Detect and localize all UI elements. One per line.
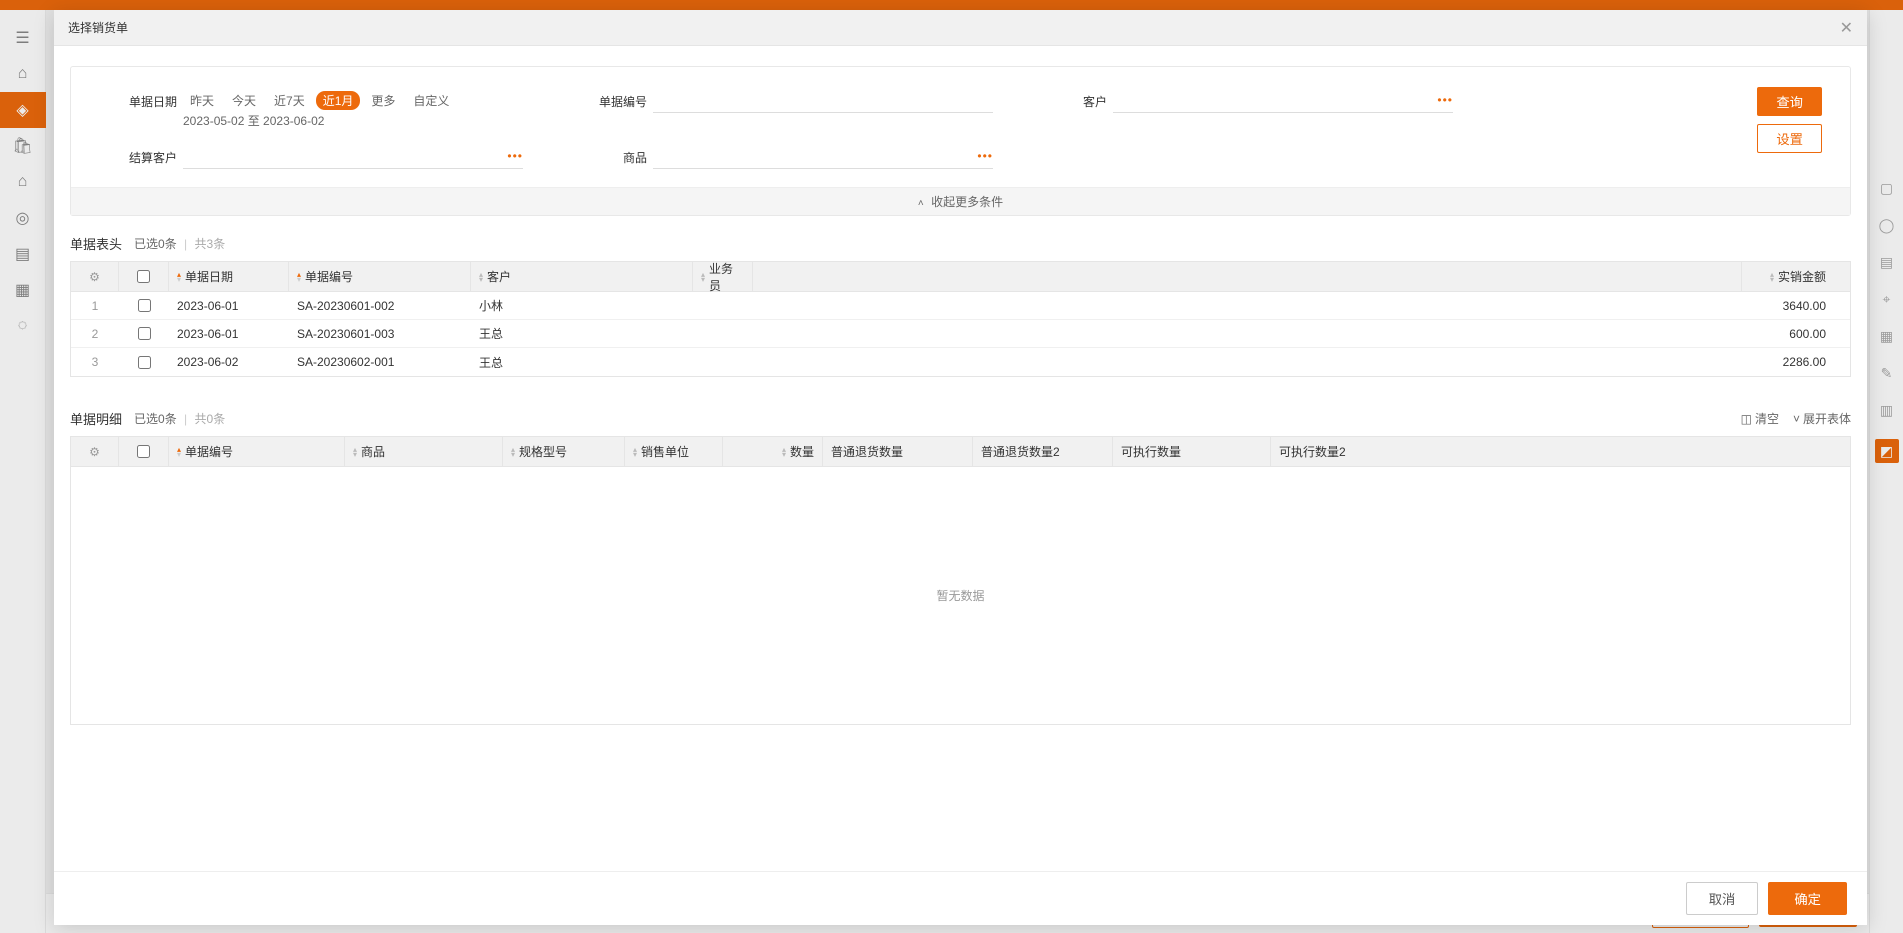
col-customer[interactable]: ▴▾客户 xyxy=(471,262,693,291)
table-row[interactable]: 2 2023-06-01SA-20230601-003王总 600.00 xyxy=(71,320,1850,348)
row-index: 3 xyxy=(71,355,119,369)
date-pill-5[interactable]: 自定义 xyxy=(406,91,456,110)
filter-panel: 单据日期 昨天今天近7天近1月更多自定义 2023-05-02 至 2023-0… xyxy=(70,66,1851,216)
row-date: 2023-06-02 xyxy=(169,355,289,369)
col-num[interactable]: ▴▾单据编号 xyxy=(289,262,471,291)
select-all-details[interactable] xyxy=(137,445,150,458)
row-checkbox[interactable] xyxy=(138,356,151,369)
dcol-num[interactable]: ▴▾单据编号 xyxy=(169,437,345,466)
row-date: 2023-06-01 xyxy=(169,327,289,341)
horizontal-scrollbar[interactable] xyxy=(70,725,1851,739)
headers-section-title: 单据表头 已选0条 | 共3条 xyxy=(54,226,1867,261)
row-amount: 600.00 xyxy=(1742,327,1834,341)
date-label: 单据日期 xyxy=(107,91,177,110)
ok-button[interactable]: 确定 xyxy=(1768,882,1847,915)
row-checkbox[interactable] xyxy=(138,299,151,312)
modal-title: 选择销货单 xyxy=(68,19,128,36)
date-pill-1[interactable]: 今天 xyxy=(225,91,263,110)
docnum-label: 单据编号 xyxy=(577,91,647,110)
row-customer: 小林 xyxy=(471,297,693,314)
headers-table: ⚙ ▴▾单据日期 ▴▾单据编号 ▴▾客户 ▴▾业务员 ▴▾实销金额 1 2023-… xyxy=(70,261,1851,377)
dcol-execqty[interactable]: 可执行数量 xyxy=(1113,437,1271,466)
row-checkbox[interactable] xyxy=(138,327,151,340)
settle-customer-input[interactable] xyxy=(183,147,523,169)
product-lookup-icon[interactable]: ••• xyxy=(977,149,993,163)
row-index: 1 xyxy=(71,299,119,313)
date-range: 2023-05-02 至 2023-06-02 xyxy=(183,112,577,129)
col-date[interactable]: ▴▾单据日期 xyxy=(169,262,289,291)
chevron-down-icon: ˅ xyxy=(1793,412,1800,426)
dcol-product[interactable]: ▴▾商品 xyxy=(345,437,503,466)
query-button[interactable]: 查询 xyxy=(1757,87,1822,116)
chevron-up-icon: ˄ xyxy=(918,198,924,209)
settle-customer-lookup-icon[interactable]: ••• xyxy=(507,149,523,163)
details-empty: 暂无数据 xyxy=(71,467,1850,724)
cancel-button[interactable]: 取消 xyxy=(1686,882,1759,915)
row-date: 2023-06-01 xyxy=(169,299,289,313)
table-row[interactable]: 3 2023-06-02SA-20230602-001王总 2286.00 xyxy=(71,348,1850,376)
eraser-icon: ◫ xyxy=(1741,412,1752,426)
dcol-unit[interactable]: ▴▾销售单位 xyxy=(625,437,723,466)
dcol-returnqty2[interactable]: 普通退货数量2 xyxy=(973,437,1113,466)
dcol-qty[interactable]: ▴▾数量 xyxy=(723,437,823,466)
row-customer: 王总 xyxy=(471,325,693,342)
details-section-title: 单据明细 已选0条 | 共0条 ◫清空 ˅展开表体 xyxy=(54,401,1867,436)
expand-body-button[interactable]: ˅展开表体 xyxy=(1793,410,1851,427)
date-pill-3[interactable]: 近1月 xyxy=(316,91,361,110)
row-amount: 2286.00 xyxy=(1742,355,1834,369)
row-num: SA-20230602-001 xyxy=(289,355,471,369)
details-table: ⚙ ▴▾单据编号 ▴▾商品 ▴▾规格型号 ▴▾销售单位 ▴▾数量 普通退货数量 … xyxy=(70,436,1851,725)
close-icon[interactable]: ✕ xyxy=(1840,18,1853,38)
col-salesperson[interactable]: ▴▾业务员 xyxy=(693,262,753,291)
row-index: 2 xyxy=(71,327,119,341)
col-amount[interactable]: ▴▾实销金额 xyxy=(1742,268,1834,285)
clear-button[interactable]: ◫清空 xyxy=(1741,410,1779,427)
details-gear-icon[interactable]: ⚙ xyxy=(71,437,119,466)
settings-button[interactable]: 设置 xyxy=(1757,124,1822,153)
select-sales-order-modal: 选择销货单 ✕ 单据日期 昨天今天近7天近1月更多自定义 2023-05-02 … xyxy=(54,10,1867,925)
customer-lookup-icon[interactable]: ••• xyxy=(1437,93,1453,107)
product-label: 商品 xyxy=(577,147,647,166)
select-all-headers[interactable] xyxy=(137,270,150,283)
docnum-input[interactable] xyxy=(653,91,993,113)
headers-table-head: ⚙ ▴▾单据日期 ▴▾单据编号 ▴▾客户 ▴▾业务员 ▴▾实销金额 xyxy=(71,262,1850,292)
row-num: SA-20230601-002 xyxy=(289,299,471,313)
row-customer: 王总 xyxy=(471,354,693,371)
dcol-execqty2[interactable]: 可执行数量2 xyxy=(1271,443,1850,460)
date-pill-4[interactable]: 更多 xyxy=(364,91,402,110)
row-amount: 3640.00 xyxy=(1742,299,1834,313)
table-row[interactable]: 1 2023-06-01SA-20230601-002小林 3640.00 xyxy=(71,292,1850,320)
date-pills: 昨天今天近7天近1月更多自定义 xyxy=(183,91,577,110)
date-pill-0[interactable]: 昨天 xyxy=(183,91,221,110)
product-input[interactable] xyxy=(653,147,993,169)
gear-icon[interactable]: ⚙ xyxy=(71,262,119,291)
customer-label: 客户 xyxy=(1037,91,1107,110)
modal-body: 单据日期 昨天今天近7天近1月更多自定义 2023-05-02 至 2023-0… xyxy=(54,46,1867,871)
modal-footer: 取消 确定 xyxy=(54,871,1867,925)
dcol-spec[interactable]: ▴▾规格型号 xyxy=(503,437,625,466)
row-num: SA-20230601-003 xyxy=(289,327,471,341)
settle-customer-label: 结算客户 xyxy=(107,147,177,166)
details-table-head: ⚙ ▴▾单据编号 ▴▾商品 ▴▾规格型号 ▴▾销售单位 ▴▾数量 普通退货数量 … xyxy=(71,437,1850,467)
customer-input[interactable] xyxy=(1113,91,1453,113)
dcol-returnqty[interactable]: 普通退货数量 xyxy=(823,437,973,466)
date-pill-2[interactable]: 近7天 xyxy=(267,91,312,110)
modal-header: 选择销货单 ✕ xyxy=(54,10,1867,46)
collapse-filters[interactable]: ˄ 收起更多条件 xyxy=(71,187,1850,215)
